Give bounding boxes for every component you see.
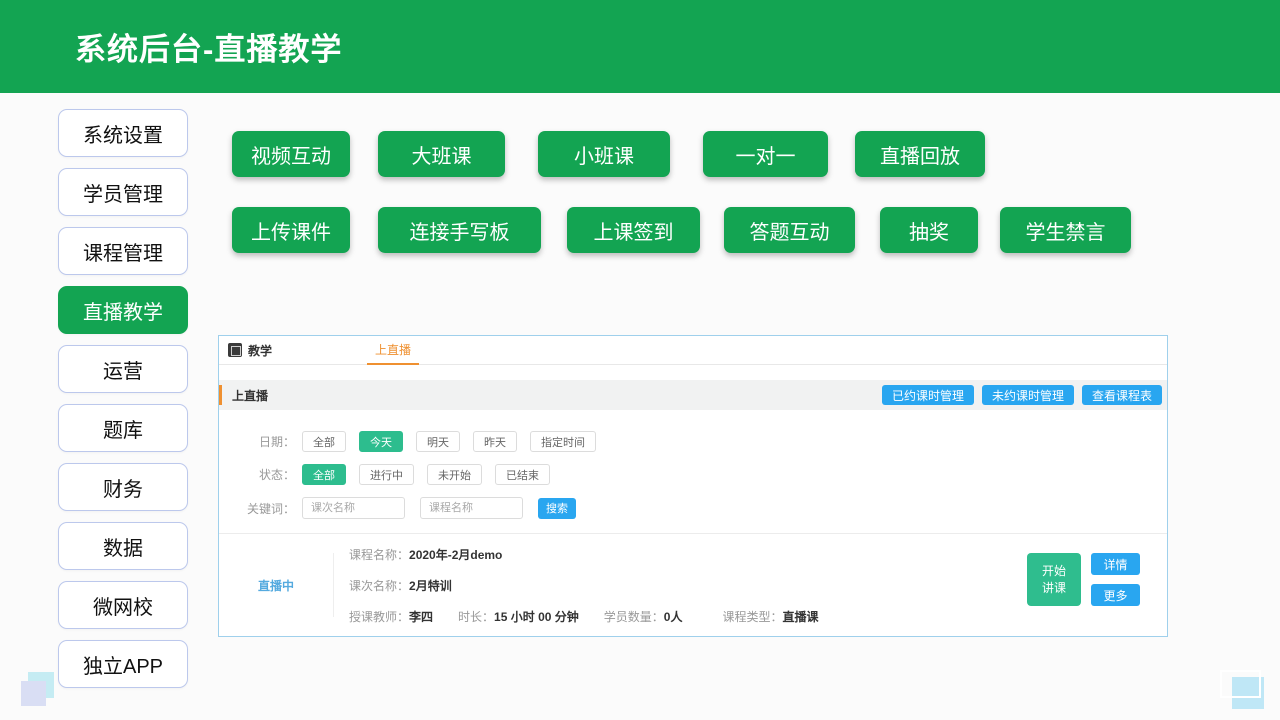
more-button[interactable]: 更多 bbox=[1091, 584, 1140, 606]
filter-date-row: 日期： 全部 今天 明天 昨天 指定时间 bbox=[219, 431, 1167, 452]
sidebar-item-standalone-app[interactable]: 独立APP bbox=[58, 640, 188, 688]
live-status-badge: 直播中 bbox=[219, 577, 333, 594]
sidebar-item-finance[interactable]: 财务 bbox=[58, 463, 188, 511]
page-title: 系统后台-直播教学 bbox=[75, 24, 342, 69]
row-divider bbox=[333, 553, 334, 617]
decor-square-outline-right bbox=[1220, 670, 1261, 698]
student-count-label: 学员数量： bbox=[604, 608, 664, 625]
panel-spacer bbox=[219, 365, 1167, 380]
feature-large-class[interactable]: 大班课 bbox=[378, 131, 505, 177]
teacher-label: 授课教师： bbox=[349, 608, 409, 625]
course-type-label: 课程类型： bbox=[722, 608, 782, 625]
status-option-finished[interactable]: 已结束 bbox=[495, 464, 550, 485]
secondary-actions: 详情 更多 bbox=[1091, 553, 1140, 606]
lesson-name-value: 2月特训 bbox=[409, 577, 452, 594]
section-accent-bar bbox=[219, 385, 222, 405]
sidebar-item-live-teaching[interactable]: 直播教学 bbox=[58, 286, 188, 334]
unbooked-lessons-button[interactable]: 未约课时管理 bbox=[982, 385, 1074, 405]
date-option-tomorrow[interactable]: 明天 bbox=[416, 431, 460, 452]
feature-one-on-one[interactable]: 一对一 bbox=[703, 131, 828, 177]
course-name-label: 课程名称： bbox=[349, 546, 409, 563]
feature-connect-handwriting-board[interactable]: 连接手写板 bbox=[378, 207, 541, 253]
course-name-input[interactable] bbox=[420, 497, 523, 519]
search-button[interactable]: 搜索 bbox=[538, 498, 576, 519]
filters: 日期： 全部 今天 明天 昨天 指定时间 状态： 全部 进行中 未开始 已结束 … bbox=[219, 410, 1167, 531]
student-count-pair: 学员数量： 0人 bbox=[604, 608, 683, 625]
section-header: 上直播 已约课时管理 未约课时管理 查看课程表 bbox=[219, 380, 1167, 410]
date-option-today[interactable]: 今天 bbox=[359, 431, 403, 452]
feature-upload-courseware[interactable]: 上传课件 bbox=[232, 207, 350, 253]
app-header: 系统后台-直播教学 bbox=[0, 0, 1280, 93]
section-title: 上直播 bbox=[232, 387, 268, 404]
status-option-in-progress[interactable]: 进行中 bbox=[359, 464, 414, 485]
sidebar: 系统设置 学员管理 课程管理 直播教学 运营 题库 财务 数据 微网校 独立AP… bbox=[58, 109, 188, 688]
feature-student-mute[interactable]: 学生禁言 bbox=[1000, 207, 1131, 253]
sidebar-item-student-management[interactable]: 学员管理 bbox=[58, 168, 188, 216]
feature-small-class[interactable]: 小班课 bbox=[538, 131, 670, 177]
date-option-yesterday[interactable]: 昨天 bbox=[473, 431, 517, 452]
admin-panel: 教学 上直播 上直播 已约课时管理 未约课时管理 查看课程表 日期： 全部 今天… bbox=[218, 335, 1168, 637]
section-actions: 已约课时管理 未约课时管理 查看课程表 bbox=[882, 385, 1162, 405]
start-teaching-line2: 讲课 bbox=[1042, 580, 1066, 597]
sidebar-item-system-settings[interactable]: 系统设置 bbox=[58, 109, 188, 157]
sidebar-item-data[interactable]: 数据 bbox=[58, 522, 188, 570]
course-name-value: 2020年-2月demo bbox=[409, 546, 502, 563]
lesson-actions: 开始 讲课 详情 更多 bbox=[1027, 553, 1140, 606]
view-timetable-button[interactable]: 查看课程表 bbox=[1082, 385, 1162, 405]
lesson-row: 直播中 课程名称： 2020年-2月demo 课次名称： 2月特训 授课教师： … bbox=[219, 534, 1167, 636]
duration-pair: 时长： 15 小时 00 分钟 bbox=[458, 608, 579, 625]
lesson-name-input[interactable] bbox=[302, 497, 405, 519]
panel-app-label: 教学 bbox=[248, 342, 272, 359]
sidebar-item-micro-school[interactable]: 微网校 bbox=[58, 581, 188, 629]
sidebar-item-question-bank[interactable]: 题库 bbox=[58, 404, 188, 452]
lesson-name-label: 课次名称： bbox=[349, 577, 409, 594]
booked-lessons-button[interactable]: 已约课时管理 bbox=[882, 385, 974, 405]
teacher-value: 李四 bbox=[409, 608, 433, 625]
detail-button[interactable]: 详情 bbox=[1091, 553, 1140, 575]
student-count-value: 0人 bbox=[664, 608, 683, 625]
sidebar-item-operations[interactable]: 运营 bbox=[58, 345, 188, 393]
date-option-custom[interactable]: 指定时间 bbox=[530, 431, 596, 452]
duration-label: 时长： bbox=[458, 608, 494, 625]
start-teaching-button[interactable]: 开始 讲课 bbox=[1027, 553, 1081, 606]
course-type-value: 直播课 bbox=[782, 608, 818, 625]
filter-status-label: 状态： bbox=[219, 466, 295, 483]
duration-value: 15 小时 00 分钟 bbox=[494, 608, 579, 625]
feature-video-interaction[interactable]: 视频互动 bbox=[232, 131, 350, 177]
feature-row-2: 上传课件 连接手写板 上课签到 答题互动 抽奖 学生禁言 bbox=[232, 207, 1131, 253]
status-option-all[interactable]: 全部 bbox=[302, 464, 346, 485]
decor-square-lavender-left bbox=[21, 681, 46, 706]
filter-date-label: 日期： bbox=[219, 433, 295, 450]
filter-keyword-label: 关键词： bbox=[219, 500, 295, 517]
feature-lucky-draw[interactable]: 抽奖 bbox=[880, 207, 978, 253]
tab-go-live[interactable]: 上直播 bbox=[367, 336, 419, 365]
course-type-pair: 课程类型： 直播课 bbox=[722, 608, 818, 625]
feature-quiz-interaction[interactable]: 答题互动 bbox=[724, 207, 855, 253]
panel-nav-bar: 教学 上直播 bbox=[219, 336, 1167, 365]
teacher-pair: 授课教师： 李四 bbox=[349, 608, 433, 625]
start-teaching-line1: 开始 bbox=[1042, 563, 1066, 580]
sidebar-item-course-management[interactable]: 课程管理 bbox=[58, 227, 188, 275]
feature-row-1: 视频互动 大班课 小班课 一对一 直播回放 bbox=[232, 131, 985, 177]
lesson-details: 课程名称： 2020年-2月demo 课次名称： 2月特训 授课教师： 李四 时… bbox=[349, 546, 818, 625]
lesson-meta-line: 授课教师： 李四 时长： 15 小时 00 分钟 学员数量： 0人 课程类型： … bbox=[349, 608, 818, 625]
feature-class-sign-in[interactable]: 上课签到 bbox=[567, 207, 700, 253]
app-logo-icon bbox=[228, 343, 242, 357]
filter-keyword-row: 关键词： 搜索 bbox=[219, 497, 1167, 519]
date-option-all[interactable]: 全部 bbox=[302, 431, 346, 452]
lesson-name-line: 课次名称： 2月特训 bbox=[349, 577, 818, 594]
status-option-not-started[interactable]: 未开始 bbox=[427, 464, 482, 485]
feature-live-replay[interactable]: 直播回放 bbox=[855, 131, 985, 177]
course-name-line: 课程名称： 2020年-2月demo bbox=[349, 546, 818, 563]
filter-status-row: 状态： 全部 进行中 未开始 已结束 bbox=[219, 464, 1167, 485]
